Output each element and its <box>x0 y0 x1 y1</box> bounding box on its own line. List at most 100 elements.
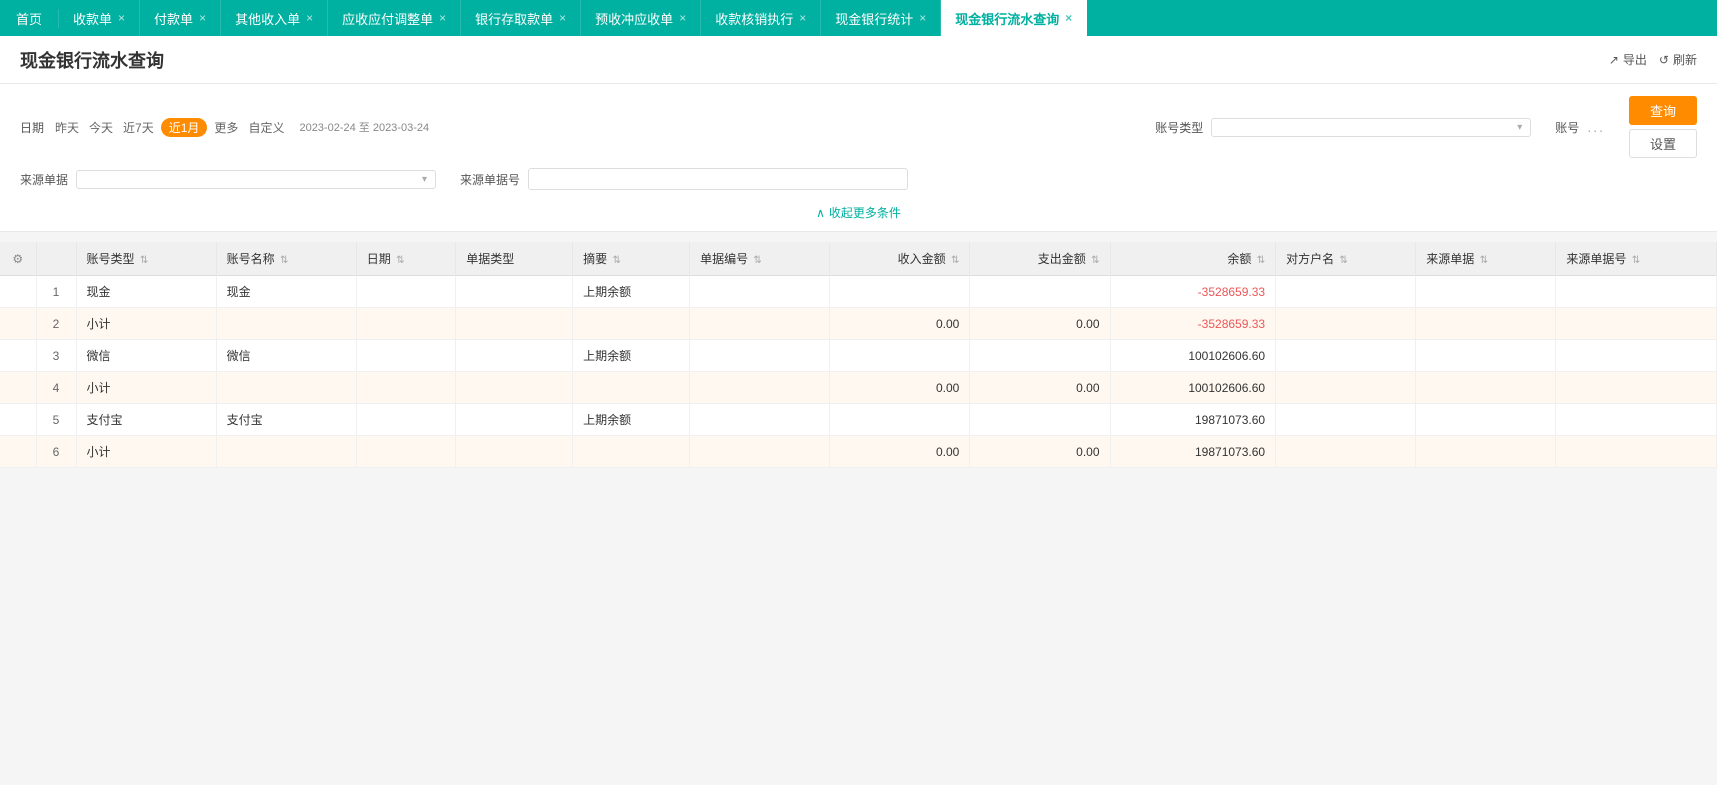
nav-item[interactable]: 收款单 × <box>59 0 140 36</box>
export-button[interactable]: ↗ 导出 <box>1609 51 1647 68</box>
nav-item[interactable]: 付款单 × <box>140 0 221 36</box>
row-account-type: 小计 <box>76 436 216 468</box>
page-title: 现金银行流水查询 <box>20 47 164 73</box>
col-counterparty[interactable]: 对方户名 ⇅ <box>1276 242 1416 276</box>
source-doc-no-input[interactable] <box>528 168 908 190</box>
nav-close-icon[interactable]: × <box>199 11 206 25</box>
row-counterparty <box>1276 436 1416 468</box>
account-dots-button[interactable]: ... <box>1587 119 1605 135</box>
date-filter-group: 日期 昨天今天近7天近1月更多自定义 2023-02-24 至 2023-03-… <box>20 118 429 137</box>
col-source-doc[interactable]: 来源单据 ⇅ <box>1416 242 1556 276</box>
account-type-chevron-icon: ▾ <box>1517 122 1522 133</box>
table-row: 3 微信 微信 上期余额 100102606.60 <box>0 340 1717 372</box>
query-button[interactable]: 查询 <box>1629 96 1697 125</box>
account-type-label: 账号类型 <box>1155 119 1203 136</box>
sort-doc-no-icon: ⇅ <box>753 255 761 266</box>
table-row: 6 小计 0.00 0.00 19871073.60 <box>0 436 1717 468</box>
row-source-doc <box>1416 276 1556 308</box>
nav-item[interactable]: 应收应付调整单 × <box>328 0 461 36</box>
col-expense[interactable]: 支出金额 ⇅ <box>970 242 1110 276</box>
date-shortcut[interactable]: 近1月 <box>161 118 208 137</box>
table-header: ⚙ 账号类型 ⇅ 账号名称 ⇅ 日期 ⇅ 单据类型 摘要 ⇅ 单据编号 ⇅ 收入… <box>0 242 1717 276</box>
row-settings-cell <box>0 276 36 308</box>
source-doc-select[interactable]: ▾ <box>76 170 436 189</box>
row-summary: 上期余额 <box>573 340 690 372</box>
nav-item[interactable]: 预收冲应收单 × <box>581 0 701 36</box>
nav-close-icon[interactable]: × <box>439 11 446 25</box>
date-shortcut[interactable]: 昨天 <box>52 118 82 137</box>
collapse-bar[interactable]: ∧ 收起更多条件 <box>20 200 1697 221</box>
nav-item[interactable]: 银行存取款单 × <box>461 0 581 36</box>
nav-home[interactable]: 首页 <box>0 9 59 28</box>
row-counterparty <box>1276 340 1416 372</box>
date-shortcut[interactable]: 今天 <box>86 118 116 137</box>
row-source-doc <box>1416 372 1556 404</box>
date-shortcut[interactable]: 近7天 <box>120 118 157 137</box>
row-account-name: 现金 <box>216 276 356 308</box>
row-date <box>356 340 455 372</box>
nav-close-icon[interactable]: × <box>919 11 926 25</box>
header-actions: ↗ 导出 ↺ 刷新 <box>1609 51 1697 68</box>
date-shortcut[interactable]: 更多 <box>211 118 241 137</box>
nav-close-icon[interactable]: × <box>1065 11 1072 25</box>
sort-expense-icon: ⇅ <box>1091 255 1099 266</box>
row-num: 6 <box>36 436 76 468</box>
row-doc-type <box>456 436 573 468</box>
sort-account-type-icon: ⇅ <box>140 255 148 266</box>
row-doc-no <box>690 308 830 340</box>
row-account-name: 微信 <box>216 340 356 372</box>
nav-item[interactable]: 其他收入单 × <box>221 0 328 36</box>
table-row: 1 现金 现金 上期余额 -3528659.33 <box>0 276 1717 308</box>
row-source-doc-no <box>1556 276 1717 308</box>
row-expense: 0.00 <box>970 308 1110 340</box>
row-doc-type <box>456 276 573 308</box>
table-row: 2 小计 0.00 0.00 -3528659.33 <box>0 308 1717 340</box>
table-header-row: ⚙ 账号类型 ⇅ 账号名称 ⇅ 日期 ⇅ 单据类型 摘要 ⇅ 单据编号 ⇅ 收入… <box>0 242 1717 276</box>
col-source-doc-no[interactable]: 来源单据号 ⇅ <box>1556 242 1717 276</box>
date-shortcut[interactable]: 自定义 <box>245 118 287 137</box>
nav-close-icon[interactable]: × <box>559 11 566 25</box>
settings-button[interactable]: 设置 <box>1629 129 1697 158</box>
row-doc-no <box>690 340 830 372</box>
col-date[interactable]: 日期 ⇅ <box>356 242 455 276</box>
col-doc-no[interactable]: 单据编号 ⇅ <box>690 242 830 276</box>
collapse-label: 收起更多条件 <box>829 204 901 221</box>
nav-item[interactable]: 收款核销执行 × <box>701 0 821 36</box>
row-balance: 100102606.60 <box>1110 340 1276 372</box>
col-income[interactable]: 收入金额 ⇅ <box>830 242 970 276</box>
table-body: 1 现金 现金 上期余额 -3528659.33 2 小计 0.00 0.00 … <box>0 276 1717 468</box>
col-summary[interactable]: 摘要 ⇅ <box>573 242 690 276</box>
nav-close-icon[interactable]: × <box>306 11 313 25</box>
action-buttons: 查询 设置 <box>1629 96 1697 158</box>
nav-close-icon[interactable]: × <box>799 11 806 25</box>
top-navigation: 首页 收款单 ×付款单 ×其他收入单 ×应收应付调整单 ×银行存取款单 ×预收冲… <box>0 0 1717 36</box>
row-source-doc-no <box>1556 404 1717 436</box>
col-balance[interactable]: 余额 ⇅ <box>1110 242 1276 276</box>
col-doc-type[interactable]: 单据类型 <box>456 242 573 276</box>
row-counterparty <box>1276 276 1416 308</box>
row-source-doc <box>1416 436 1556 468</box>
row-num: 4 <box>36 372 76 404</box>
row-settings-cell <box>0 372 36 404</box>
col-account-type[interactable]: 账号类型 ⇅ <box>76 242 216 276</box>
sort-balance-icon: ⇅ <box>1257 255 1265 266</box>
table-settings-icon[interactable]: ⚙ <box>12 252 23 266</box>
nav-close-icon[interactable]: × <box>118 11 125 25</box>
row-doc-no <box>690 372 830 404</box>
nav-close-icon[interactable]: × <box>679 11 686 25</box>
export-icon: ↗ <box>1609 53 1619 67</box>
account-type-select[interactable]: ▾ <box>1211 118 1531 137</box>
row-expense <box>970 404 1110 436</box>
nav-item[interactable]: 现金银行流水查询 × <box>941 0 1087 36</box>
row-doc-type <box>456 340 573 372</box>
refresh-button[interactable]: ↺ 刷新 <box>1659 51 1697 68</box>
nav-item[interactable]: 现金银行统计 × <box>821 0 941 36</box>
col-account-name[interactable]: 账号名称 ⇅ <box>216 242 356 276</box>
row-doc-no <box>690 404 830 436</box>
row-num: 2 <box>36 308 76 340</box>
row-income: 0.00 <box>830 436 970 468</box>
row-source-doc <box>1416 340 1556 372</box>
row-balance: -3528659.33 <box>1110 308 1276 340</box>
row-account-name: 支付宝 <box>216 404 356 436</box>
sort-source-doc-no-icon: ⇅ <box>1632 255 1640 266</box>
